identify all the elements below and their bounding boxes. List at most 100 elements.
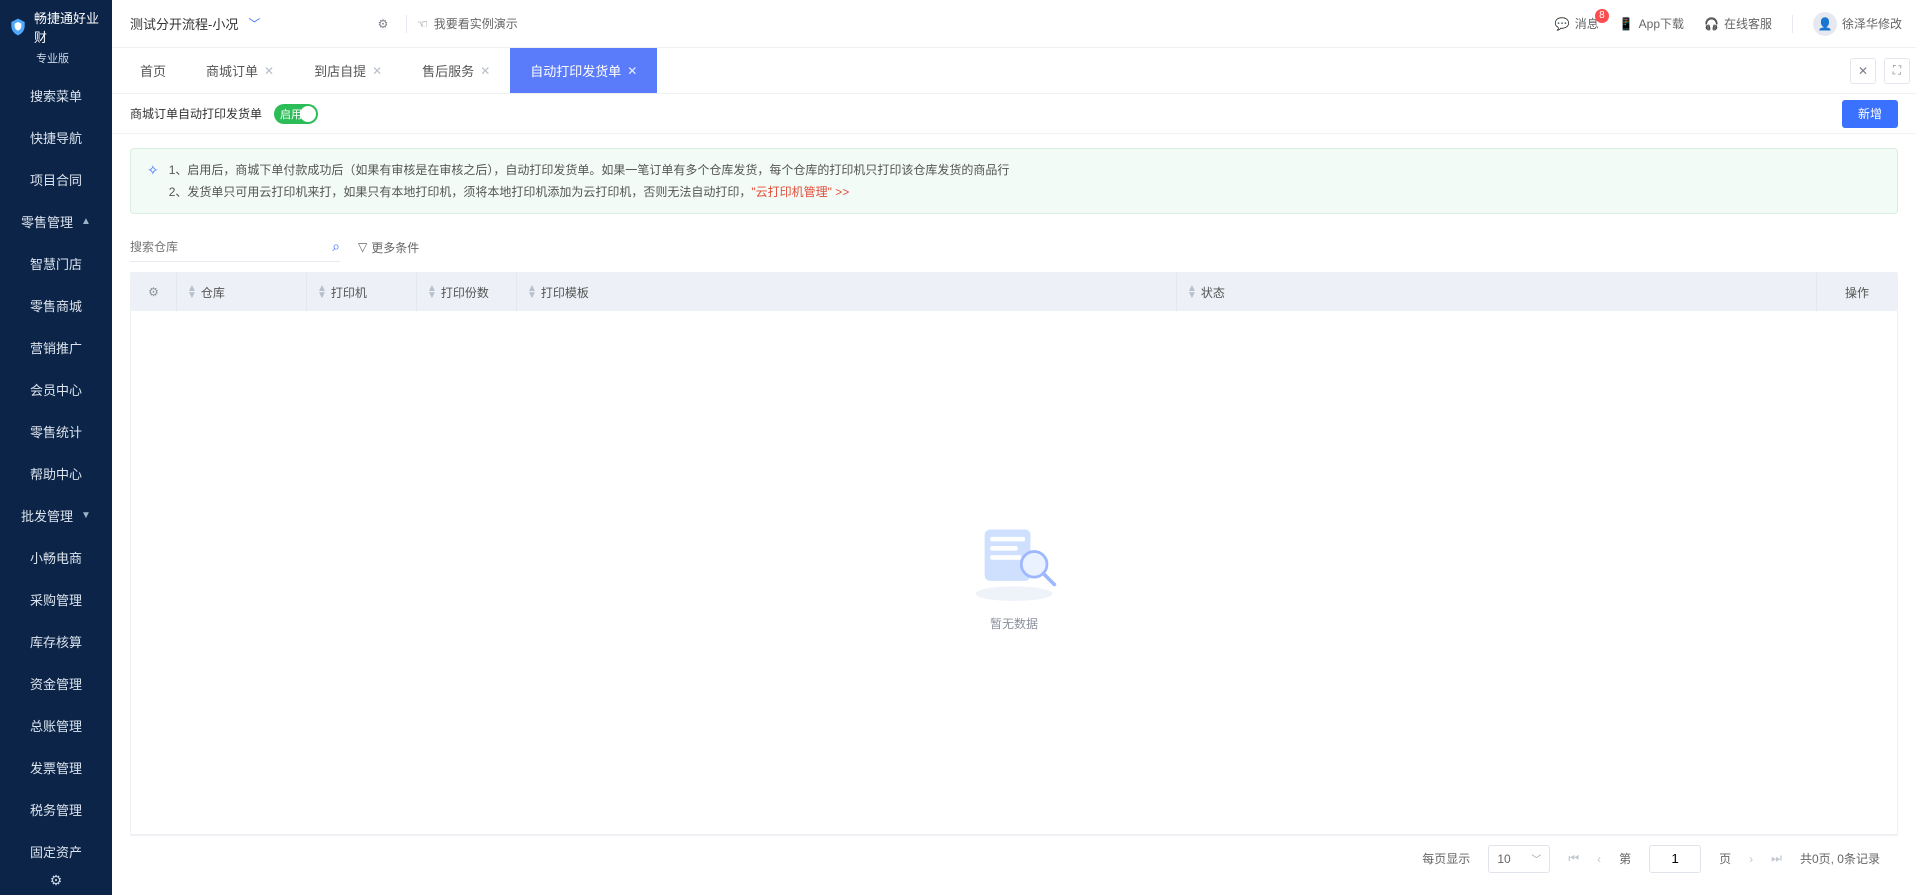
sidebar-item-label: 采购管理: [30, 590, 82, 609]
page-next-icon[interactable]: ›: [1749, 852, 1753, 866]
app-label: App下载: [1639, 15, 1684, 32]
col-ops: 操作: [1817, 273, 1897, 311]
page-last-icon[interactable]: ⏭: [1771, 851, 1782, 866]
tabs: 首页商城订单✕到店自提✕售后服务✕自动打印发货单✕ ✕ ⛶: [112, 48, 1916, 94]
page-prefix: 第: [1619, 850, 1631, 867]
tab-2[interactable]: 到店自提✕: [294, 48, 402, 93]
col-status[interactable]: ▲▼状态: [1177, 273, 1817, 311]
sidebar-item-6[interactable]: 营销推广: [0, 326, 112, 368]
chevron-down-icon: ▼: [81, 510, 91, 521]
close-icon[interactable]: ✕: [480, 64, 490, 78]
support-label: 在线客服: [1724, 15, 1772, 32]
more-filters-label: 更多条件: [371, 239, 419, 256]
col-template[interactable]: ▲▼打印模板: [517, 273, 1177, 311]
sidebar-item-7[interactable]: 会员中心: [0, 368, 112, 410]
per-page-value: 10: [1497, 852, 1510, 866]
search-icon[interactable]: ⌕: [332, 238, 340, 255]
sidebar-item-18[interactable]: 固定资产: [0, 830, 112, 865]
sidebar-item-5[interactable]: 零售商城: [0, 284, 112, 326]
tip-box: ✧ 1、启用后，商城下单付款成功后（如果有审核是在审核之后），自动打印发货单。如…: [130, 148, 1898, 214]
demo-link[interactable]: ☜ 我要看实例演示: [417, 15, 518, 32]
col-settings[interactable]: ⚙: [131, 273, 177, 311]
bulb-icon: ✧: [147, 162, 159, 201]
sidebar-item-12[interactable]: 采购管理: [0, 578, 112, 620]
sidebar-item-13[interactable]: 库存核算: [0, 620, 112, 662]
more-filters[interactable]: ▽ 更多条件: [358, 239, 419, 256]
fullscreen-icon[interactable]: ⛶: [1884, 58, 1910, 84]
sidebar-item-1[interactable]: 快捷导航: [0, 116, 112, 158]
tab-3[interactable]: 售后服务 ✕: [402, 48, 510, 93]
page-prev-icon[interactable]: ‹: [1597, 852, 1601, 866]
chevron-down-icon: ﹀: [248, 15, 260, 32]
toggle-on-label: 启用: [280, 106, 302, 122]
main: 测试分开流程-小况 ﹀ ⚙ ☜ 我要看实例演示 💬 消息 8 📱 App下载: [112, 0, 1916, 895]
avatar-icon: 👤: [1813, 12, 1837, 36]
support-button[interactable]: 🎧 在线客服: [1704, 15, 1772, 32]
cloud-printer-link[interactable]: "云打印机管理" >>: [751, 185, 849, 199]
sidebar-footer: ⚙: [0, 865, 112, 895]
sidebar-item-15[interactable]: 总账管理: [0, 704, 112, 746]
per-page-label: 每页显示: [1422, 850, 1470, 867]
app-download-button[interactable]: 📱 App下载: [1619, 15, 1684, 32]
sidebar-item-4[interactable]: 智慧门店: [0, 242, 112, 284]
col-copies[interactable]: ▲▼打印份数: [417, 273, 517, 311]
sidebar-item-16[interactable]: 发票管理: [0, 746, 112, 788]
sidebar-menu: 搜索菜单快捷导航项目合同零售管理▲智慧门店零售商城营销推广会员中心零售统计帮助中…: [0, 74, 112, 865]
close-icon[interactable]: ✕: [264, 64, 274, 78]
page-summary: 共0页, 0条记录: [1800, 850, 1880, 867]
close-icon[interactable]: ✕: [627, 64, 637, 78]
sidebar-item-2[interactable]: 项目合同: [0, 158, 112, 200]
sidebar: 畅捷通好业财 专业版 搜索菜单快捷导航项目合同零售管理▲智慧门店零售商城营销推广…: [0, 0, 112, 895]
search-row: ⌕ ▽ 更多条件: [130, 232, 1898, 262]
tab-label: 商城订单: [206, 61, 258, 80]
sidebar-item-17[interactable]: 税务管理: [0, 788, 112, 830]
settings-gear-icon[interactable]: ⚙: [50, 872, 63, 889]
empty-illustration-icon: [959, 513, 1069, 603]
org-selector[interactable]: 测试分开流程-小况 ﹀: [130, 14, 360, 33]
add-button[interactable]: 新增: [1842, 100, 1898, 128]
chat-icon: 💬: [1555, 17, 1570, 31]
per-page-select[interactable]: 10 ﹀: [1488, 845, 1550, 873]
sidebar-item-9[interactable]: 帮助中心: [0, 452, 112, 494]
brand-name: 畅捷通好业财: [34, 8, 104, 46]
page-input[interactable]: [1649, 845, 1701, 873]
sidebar-item-label: 快捷导航: [30, 128, 82, 147]
table: ⚙ ▲▼仓库 ▲▼打印机 ▲▼打印份数 ▲▼打印模板 ▲▼状态 操作 暂无数据: [130, 272, 1898, 835]
messages-badge: 8: [1595, 9, 1609, 23]
user-menu[interactable]: 👤 徐泽华修改: [1813, 12, 1902, 36]
header-settings-icon[interactable]: ⚙: [370, 11, 396, 37]
demo-label: 我要看实例演示: [434, 15, 518, 32]
page-first-icon[interactable]: ⏮: [1568, 851, 1579, 866]
tab-0[interactable]: 首页: [120, 48, 186, 93]
subbar-title: 商城订单自动打印发货单: [130, 105, 262, 122]
sidebar-item-label: 会员中心: [30, 380, 82, 399]
tab-1[interactable]: 商城订单 ✕: [186, 48, 294, 93]
brand-logo-icon: [8, 16, 28, 38]
chevron-down-icon: ﹀: [1531, 851, 1541, 866]
col-printer[interactable]: ▲▼打印机: [307, 273, 417, 311]
sidebar-item-0[interactable]: 搜索菜单: [0, 74, 112, 116]
close-all-tabs-icon[interactable]: ✕: [1850, 58, 1876, 84]
sidebar-item-8[interactable]: 零售统计: [0, 410, 112, 452]
user-name: 徐泽华修改: [1842, 15, 1902, 32]
sidebar-item-label: 营销推广: [30, 338, 82, 357]
sidebar-item-11[interactable]: 小畅电商: [0, 536, 112, 578]
enable-toggle[interactable]: 启用: [274, 104, 318, 124]
filter-icon: ▽: [358, 240, 367, 254]
sidebar-item-14[interactable]: 资金管理: [0, 662, 112, 704]
empty-text: 暂无数据: [990, 615, 1038, 632]
tab-label: 自动打印发货单: [530, 61, 621, 80]
col-warehouse[interactable]: ▲▼仓库: [177, 273, 307, 311]
pagination: 每页显示 10 ﹀ ⏮ ‹ 第 页 › ⏭ 共0页, 0条记录: [130, 835, 1898, 881]
messages-button[interactable]: 💬 消息 8: [1555, 15, 1599, 32]
sidebar-item-10[interactable]: 批发管理▼: [0, 494, 112, 536]
close-icon[interactable]: ✕: [372, 64, 382, 78]
sidebar-item-3[interactable]: 零售管理▲: [0, 200, 112, 242]
sidebar-item-label: 搜索菜单: [30, 86, 82, 105]
sidebar-item-label: 帮助中心: [30, 464, 82, 483]
sidebar-item-label: 资金管理: [30, 674, 82, 693]
phone-icon: 📱: [1619, 17, 1634, 31]
warehouse-search-input[interactable]: [130, 240, 326, 254]
tab-4[interactable]: 自动打印发货单 ✕: [510, 48, 657, 93]
tab-label: 售后服务: [422, 61, 474, 80]
